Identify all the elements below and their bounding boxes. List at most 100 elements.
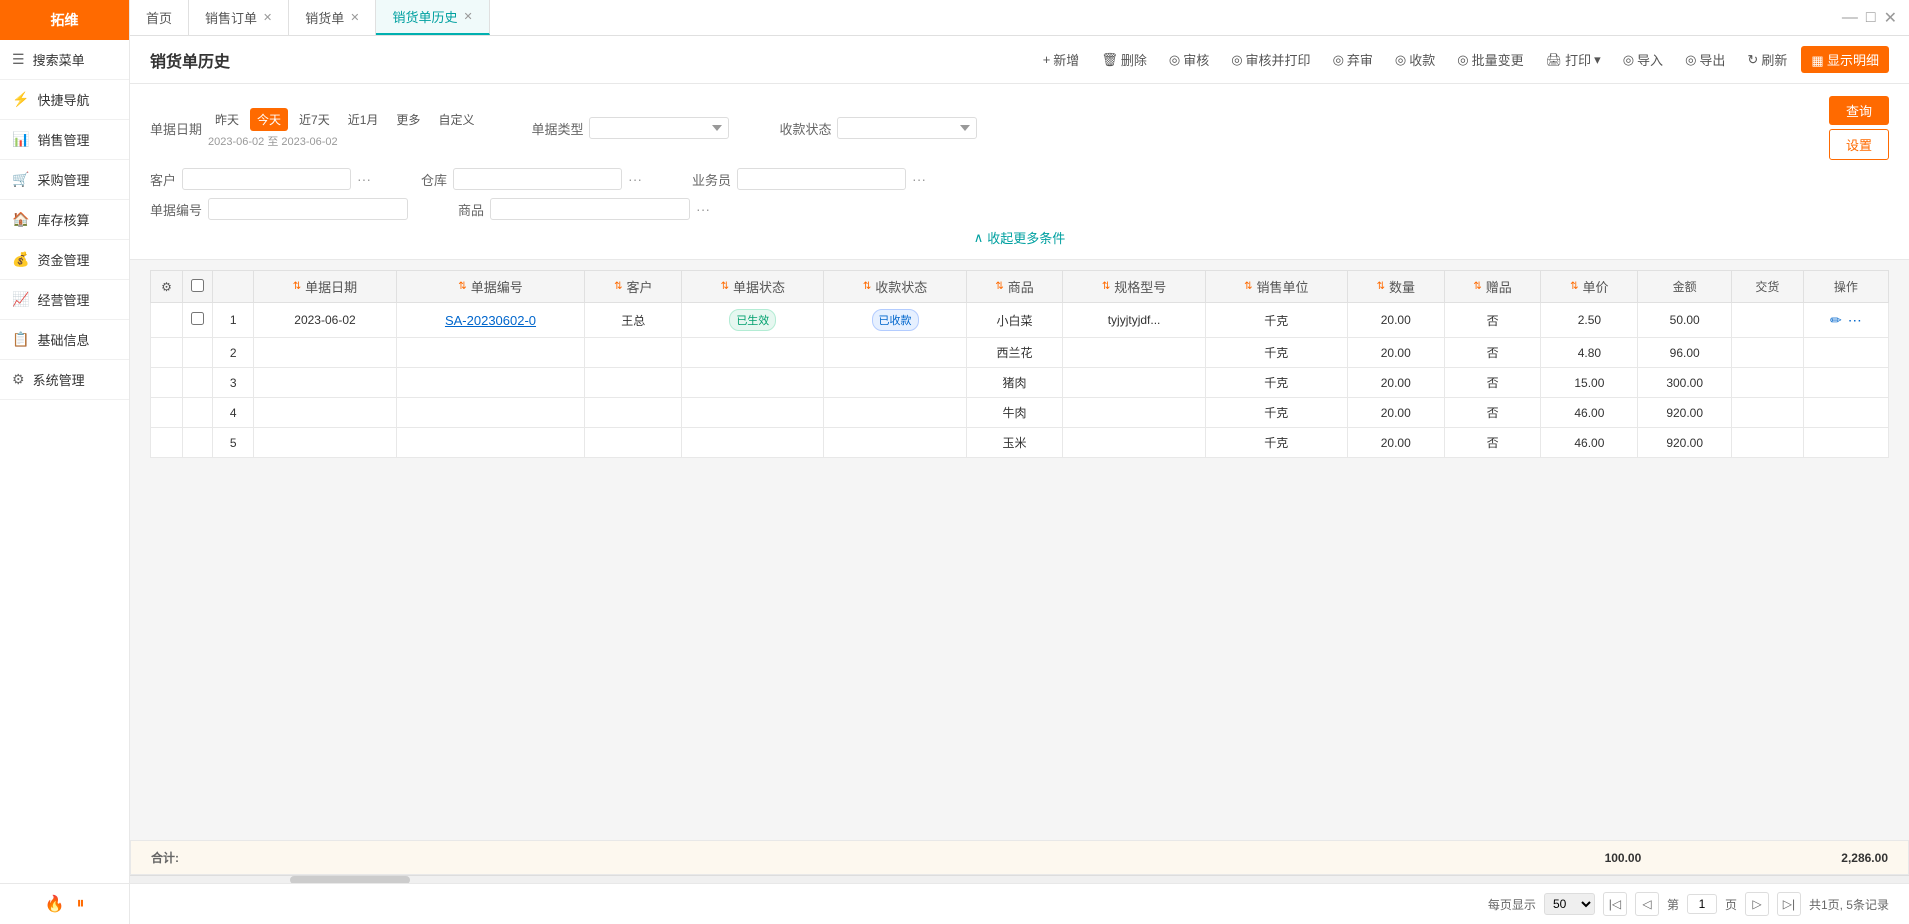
sidebar-item-finance[interactable]: 💰 资金管理: [0, 240, 129, 280]
tab-sales-history[interactable]: 销货单历史 ✕: [376, 0, 489, 35]
doc-date-header[interactable]: ⇅单据日期: [254, 271, 396, 303]
delete-button[interactable]: 🗑 删除: [1093, 46, 1155, 73]
batch-change-icon: ◎: [1457, 52, 1468, 68]
unit-header[interactable]: ⇅销售单位: [1205, 271, 1347, 303]
query-button[interactable]: 查询: [1829, 96, 1889, 125]
sidebar-item-quick-nav[interactable]: ⚡ 快捷导航: [0, 80, 129, 120]
last7days-btn[interactable]: 近7天: [292, 108, 337, 131]
salesperson-more-btn[interactable]: ···: [912, 171, 926, 187]
deal-cell: [1732, 303, 1804, 338]
sort-icon: ⇅: [721, 281, 729, 292]
sidebar-item-purchase-mgmt[interactable]: 🛒 采购管理: [0, 160, 129, 200]
gift-header[interactable]: ⇅赠品: [1444, 271, 1541, 303]
filter-actions: 查询 设置: [1829, 96, 1889, 160]
doc-date-cell: 2023-06-02: [254, 303, 396, 338]
amount-cell: 300.00: [1638, 368, 1732, 398]
more-date-btn[interactable]: 更多: [389, 108, 427, 131]
export-button[interactable]: ◎ 导出: [1677, 46, 1733, 73]
quick-nav-icon: ⚡: [12, 91, 29, 108]
warehouse-more-btn[interactable]: ···: [628, 171, 642, 187]
last1month-btn[interactable]: 近1月: [341, 108, 386, 131]
checkbox-cell: [183, 303, 213, 338]
prev-page-btn[interactable]: ◁: [1635, 892, 1659, 916]
warehouse-input[interactable]: [453, 168, 622, 190]
select-all-checkbox[interactable]: [191, 279, 204, 292]
amount-cell: 920.00: [1638, 428, 1732, 458]
review-button[interactable]: ◎ 审核: [1161, 46, 1217, 73]
maximize-btn[interactable]: □: [1866, 9, 1876, 27]
show-detail-button[interactable]: ▦ 显示明细: [1801, 46, 1889, 73]
sidebar-item-operations[interactable]: 📈 经营管理: [0, 280, 129, 320]
salesperson-input[interactable]: [737, 168, 906, 190]
tab-home[interactable]: 首页: [130, 0, 189, 35]
sort-icon: ⇅: [863, 281, 871, 292]
last-page-btn[interactable]: ▷|: [1777, 892, 1801, 916]
today-btn[interactable]: 今天: [250, 108, 288, 131]
date-filter: 单据日期 昨天 今天 近7天 近1月 更多 自定义 2023-06-02 至 2…: [150, 108, 481, 149]
edit-icon[interactable]: ✏: [1830, 312, 1842, 329]
close-sales-history-tab[interactable]: ✕: [464, 10, 473, 23]
sidebar-item-search-menu[interactable]: ☰ 搜索菜单: [0, 40, 129, 80]
sidebar-logo: 拓维: [0, 0, 129, 40]
new-button[interactable]: + 新增: [1035, 46, 1088, 73]
unit-price-header[interactable]: ⇅单价: [1541, 271, 1638, 303]
doc-no-header[interactable]: ⇅单据编号: [396, 271, 585, 303]
doc-status-header[interactable]: ⇅单据状态: [682, 271, 824, 303]
sidebar-item-system-mgmt[interactable]: ⚙ 系统管理: [0, 360, 129, 400]
first-page-btn[interactable]: |◁: [1603, 892, 1627, 916]
page-input[interactable]: [1687, 894, 1717, 914]
sidebar-item-sales-mgmt[interactable]: 📊 销售管理: [0, 120, 129, 160]
spec-cell: [1063, 398, 1205, 428]
per-page-select[interactable]: 50 100: [1544, 893, 1595, 915]
next-page-btn[interactable]: ▷: [1745, 892, 1769, 916]
customer-more-btn[interactable]: ···: [357, 171, 371, 187]
sidebar-item-basic-info[interactable]: 📋 基础信息: [0, 320, 129, 360]
refresh-button[interactable]: ↻ 刷新: [1739, 46, 1795, 73]
tab-sales-order[interactable]: 销售订单 ✕: [189, 0, 289, 35]
goods-input[interactable]: [490, 198, 690, 220]
data-table: ⚙ ⇅单据日期 ⇅单据编号 ⇅客户 ⇅单据状态: [150, 270, 1889, 458]
close-sales-order-tab[interactable]: ✕: [263, 11, 272, 24]
doc-no-link[interactable]: SA-20230602-0: [445, 313, 536, 328]
fire-icon[interactable]: 🔥: [45, 894, 65, 914]
close-sales-delivery-tab[interactable]: ✕: [350, 11, 359, 24]
operations-icon: 📈: [12, 291, 29, 308]
import-icon: ◎: [1623, 52, 1634, 68]
goods-header[interactable]: ⇅商品: [966, 271, 1063, 303]
action-cell: [1803, 338, 1888, 368]
yesterday-btn[interactable]: 昨天: [208, 108, 246, 131]
doc-no-input[interactable]: [208, 198, 408, 220]
more-icon[interactable]: ⋯: [1848, 312, 1862, 329]
batch-change-button[interactable]: ◎ 批量变更: [1449, 46, 1531, 73]
custom-date-btn[interactable]: 自定义: [431, 108, 481, 131]
goods-more-btn[interactable]: ···: [696, 201, 710, 217]
collect-status-header[interactable]: ⇅收款状态: [824, 271, 966, 303]
qty-header[interactable]: ⇅数量: [1347, 271, 1444, 303]
customer-header[interactable]: ⇅客户: [585, 271, 682, 303]
print-button[interactable]: 🖨 打印 ▾: [1538, 46, 1609, 73]
collect-status-select[interactable]: [837, 117, 977, 139]
import-button[interactable]: ◎ 导入: [1615, 46, 1671, 73]
gift-cell: 否: [1444, 303, 1541, 338]
customer-input[interactable]: [182, 168, 351, 190]
review-print-button[interactable]: ◎ 审核并打印: [1223, 46, 1318, 73]
doc-type-select[interactable]: [589, 117, 729, 139]
goods-filter: 商品 ···: [458, 198, 710, 220]
gear-column-header[interactable]: ⚙: [151, 271, 183, 303]
tab-sales-delivery[interactable]: 销货单 ✕: [289, 0, 376, 35]
minimize-btn[interactable]: —: [1842, 9, 1858, 27]
sidebar-item-label: 经营管理: [37, 290, 89, 309]
review-icon: ◎: [1169, 52, 1180, 68]
inventory-icon: 🏠: [12, 211, 29, 228]
abandon-button[interactable]: ◎ 弃审: [1325, 46, 1381, 73]
sidebar-item-inventory[interactable]: 🏠 库存核算: [0, 200, 129, 240]
collect-button[interactable]: ◎ 收款: [1387, 46, 1443, 73]
per-page-label: 每页显示: [1488, 896, 1536, 913]
close-btn[interactable]: ✕: [1884, 8, 1897, 28]
settings-button[interactable]: 设置: [1829, 129, 1889, 160]
spec-header[interactable]: ⇅规格型号: [1063, 271, 1205, 303]
row-checkbox[interactable]: [191, 312, 204, 325]
collapse-button[interactable]: ∧ 收起更多条件: [150, 228, 1889, 247]
horizontal-scrollbar[interactable]: [130, 875, 1909, 883]
pause-icon[interactable]: ⏸: [76, 895, 84, 913]
